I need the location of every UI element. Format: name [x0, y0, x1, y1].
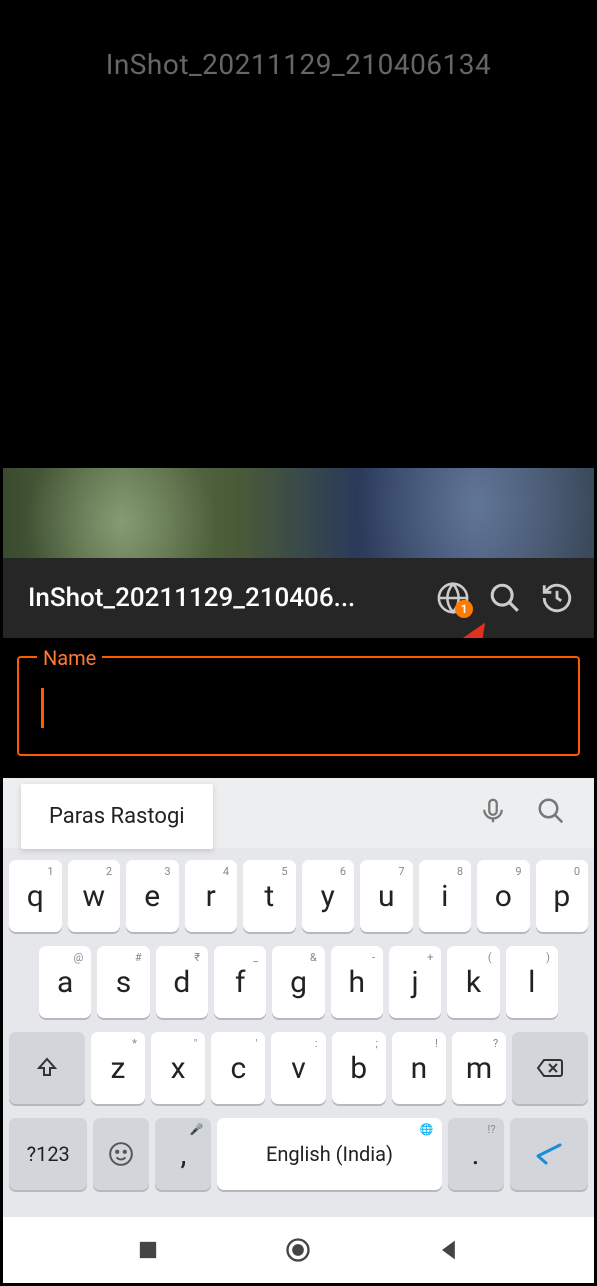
key-o[interactable]: o9 — [477, 860, 530, 932]
name-field-label: Name — [37, 646, 102, 670]
key-b[interactable]: b; — [332, 1032, 386, 1104]
video-title: InShot_20211129_210406134 — [3, 3, 594, 81]
back-button[interactable] — [435, 1236, 463, 1264]
voice-input-icon[interactable] — [478, 796, 508, 830]
key-w[interactable]: w2 — [68, 860, 121, 932]
video-thumbnail-strip — [3, 468, 594, 558]
key-symbols[interactable]: ?123 — [9, 1118, 87, 1190]
recent-apps-button[interactable] — [134, 1236, 162, 1264]
home-button[interactable] — [284, 1236, 312, 1264]
key-z[interactable]: z* — [91, 1032, 145, 1104]
search-icon[interactable] — [488, 581, 522, 615]
key-c[interactable]: c' — [211, 1032, 265, 1104]
text-cursor — [41, 688, 44, 728]
globe-icon[interactable]: 1 — [436, 581, 470, 615]
name-input[interactable]: Name — [17, 656, 580, 756]
key-f[interactable]: f_ — [214, 946, 266, 1018]
key-m[interactable]: m? — [452, 1032, 506, 1104]
key-.[interactable]: .!? — [448, 1118, 504, 1190]
key-space[interactable]: English (India)🌐 — [217, 1118, 441, 1190]
key-j[interactable]: j+ — [389, 946, 441, 1018]
keyboard: Paras Rastogi q1w2e3r4t5y6u7i8o9p0 a@s#d… — [3, 778, 594, 1217]
key-shift[interactable] — [9, 1032, 85, 1104]
key-s[interactable]: s# — [97, 946, 149, 1018]
android-navbar — [3, 1217, 594, 1283]
key-g[interactable]: g& — [272, 946, 324, 1018]
key-q[interactable]: q1 — [9, 860, 62, 932]
video-preview-area: InShot_20211129_210406134 — [3, 3, 594, 468]
key-y[interactable]: y6 — [302, 860, 355, 932]
history-icon[interactable] — [540, 581, 574, 615]
key-i[interactable]: i8 — [419, 860, 472, 932]
key-r[interactable]: r4 — [185, 860, 238, 932]
key-backspace[interactable] — [512, 1032, 588, 1104]
key-emoji[interactable] — [93, 1118, 149, 1190]
suggestion-bar: Paras Rastogi — [3, 778, 594, 848]
name-input-panel: Name — [3, 638, 594, 778]
key-p[interactable]: p0 — [536, 860, 589, 932]
key-enter[interactable] — [510, 1118, 588, 1190]
notification-badge: 1 — [455, 600, 473, 618]
key-d[interactable]: d₹ — [156, 946, 208, 1018]
keyboard-search-icon[interactable] — [536, 796, 566, 830]
key-l[interactable]: l) — [506, 946, 558, 1018]
key-h[interactable]: h- — [331, 946, 383, 1018]
key-n[interactable]: n! — [392, 1032, 446, 1104]
key-v[interactable]: v: — [271, 1032, 325, 1104]
key-e[interactable]: e3 — [126, 860, 179, 932]
key-t[interactable]: t5 — [243, 860, 296, 932]
file-name-label: InShot_20211129_210406... — [28, 583, 418, 613]
file-toolbar: InShot_20211129_210406... 1 — [3, 558, 594, 638]
key-a[interactable]: a@ — [39, 946, 91, 1018]
suggestion-chip[interactable]: Paras Rastogi — [21, 784, 213, 849]
key-,[interactable]: ,🎤 — [155, 1118, 211, 1190]
key-k[interactable]: k( — [447, 946, 499, 1018]
key-u[interactable]: u7 — [360, 860, 413, 932]
key-x[interactable]: x" — [151, 1032, 205, 1104]
